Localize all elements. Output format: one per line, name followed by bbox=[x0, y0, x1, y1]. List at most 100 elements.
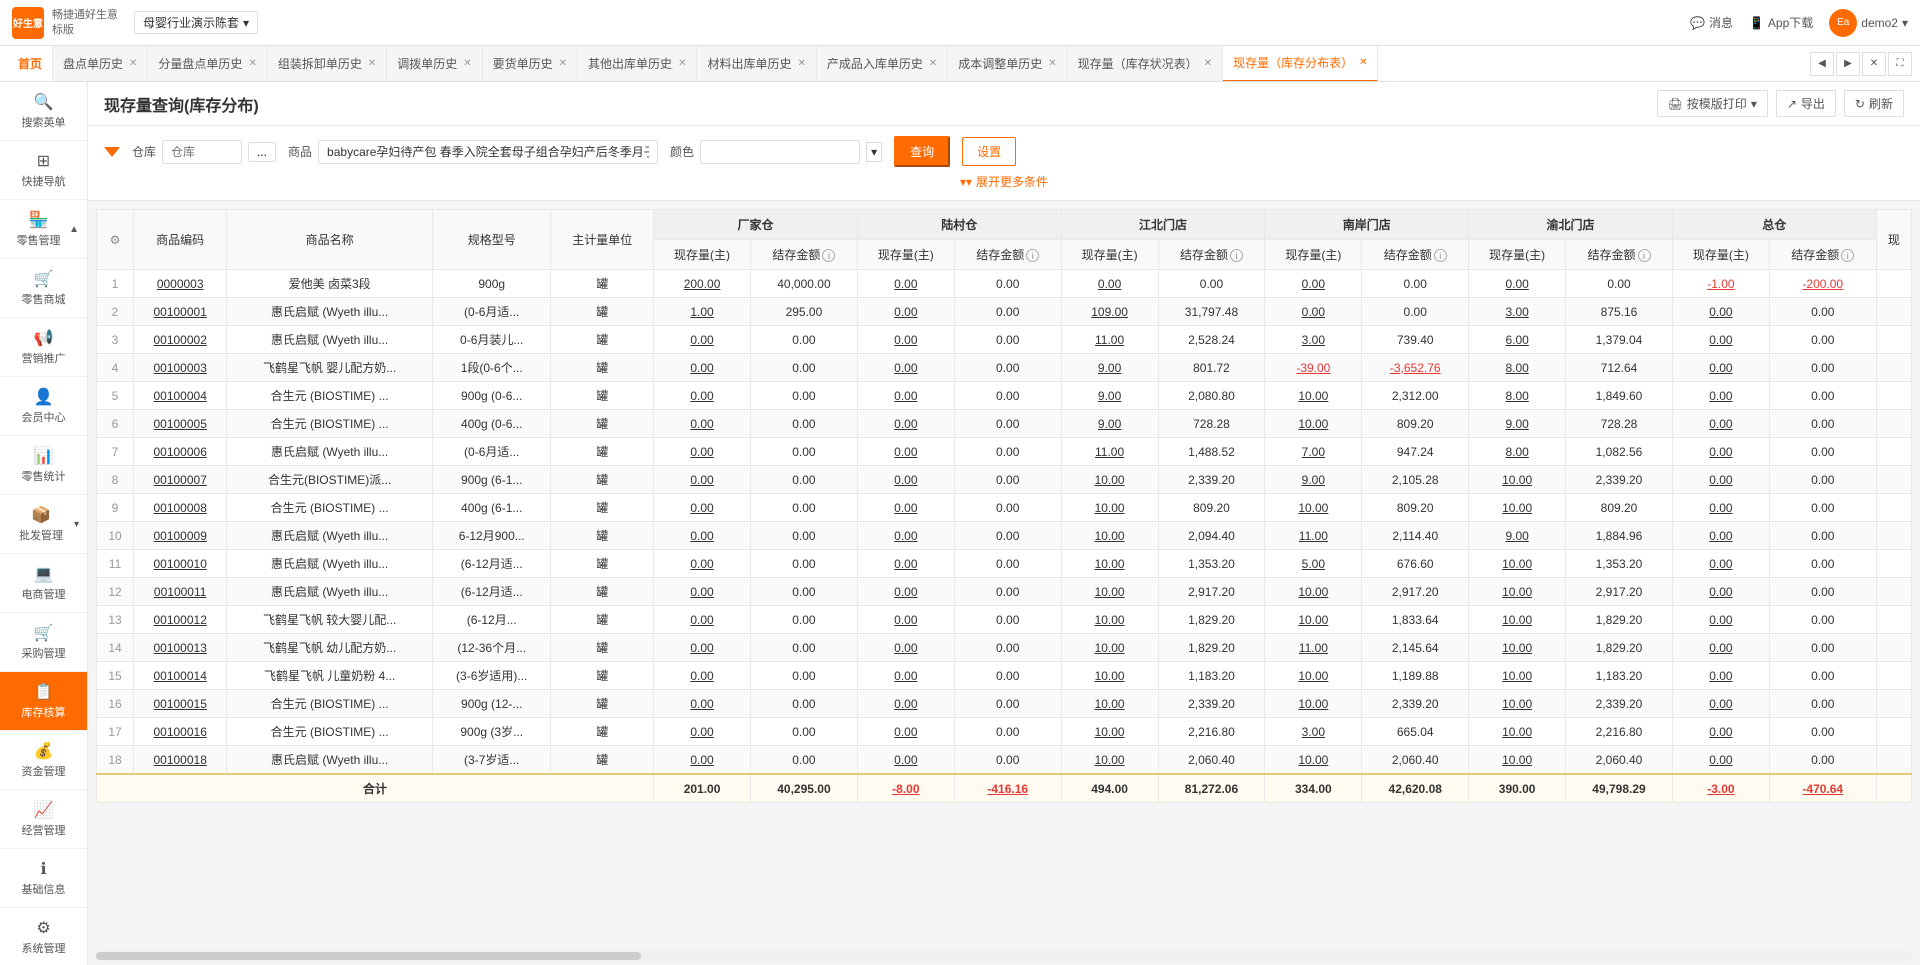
table-cell[interactable]: 0.00 bbox=[654, 578, 751, 606]
close-tab-inventory-single[interactable]: ✕ bbox=[129, 58, 137, 69]
tab-cost-adjust[interactable]: 成本调整单历史 ✕ bbox=[948, 46, 1067, 82]
table-cell[interactable]: 10.00 bbox=[1469, 662, 1566, 690]
tab-stock-dist[interactable]: 现存量（库存分布表） ✕ bbox=[1223, 46, 1378, 82]
horizontal-scrollbar[interactable] bbox=[96, 951, 1912, 961]
table-cell[interactable]: -39.00 bbox=[1265, 354, 1362, 382]
table-cell[interactable]: 11.00 bbox=[1265, 634, 1362, 662]
table-cell[interactable]: 00100008 bbox=[134, 494, 227, 522]
table-cell[interactable]: 00100010 bbox=[134, 550, 227, 578]
info-yb-icon[interactable]: i bbox=[1638, 249, 1651, 262]
table-cell[interactable]: 0.00 bbox=[1672, 662, 1769, 690]
close-tab-product-in[interactable]: ✕ bbox=[929, 58, 937, 69]
industry-selector[interactable]: 母婴行业演示陈套 ▾ bbox=[134, 11, 258, 34]
table-cell[interactable]: 00100007 bbox=[134, 466, 227, 494]
table-cell[interactable]: 5.00 bbox=[1265, 550, 1362, 578]
table-cell[interactable]: 11.00 bbox=[1265, 522, 1362, 550]
table-cell[interactable]: 0.00 bbox=[1672, 690, 1769, 718]
table-cell[interactable]: 0.00 bbox=[654, 466, 751, 494]
table-cell[interactable]: 10.00 bbox=[1061, 494, 1158, 522]
table-cell[interactable]: 00100013 bbox=[134, 634, 227, 662]
tab-assembly[interactable]: 组装拆卸单历史 ✕ bbox=[268, 46, 387, 82]
table-cell[interactable]: 7.00 bbox=[1265, 438, 1362, 466]
export-btn[interactable]: ↗ 导出 bbox=[1776, 90, 1836, 117]
table-cell[interactable]: 0.00 bbox=[857, 746, 954, 775]
table-cell[interactable]: 0.00 bbox=[654, 718, 751, 746]
table-cell[interactable]: 0.00 bbox=[1265, 298, 1362, 326]
print-btn[interactable]: 🖨 按模版打印 ▾ bbox=[1657, 90, 1768, 117]
sidebar-item-basic-info[interactable]: ℹ 基础信息 bbox=[0, 849, 87, 908]
table-cell[interactable]: 10.00 bbox=[1061, 662, 1158, 690]
warehouse-ellipsis-btn[interactable]: ... bbox=[248, 142, 276, 162]
expand-more-btn[interactable]: ▾▾ 展开更多条件 bbox=[104, 173, 1904, 190]
tab-stock-status[interactable]: 现存量（库存状况表） ✕ bbox=[1068, 46, 1223, 82]
table-cell[interactable]: 0.00 bbox=[857, 606, 954, 634]
table-cell[interactable]: 0.00 bbox=[857, 662, 954, 690]
table-cell[interactable]: 10.00 bbox=[1469, 690, 1566, 718]
table-cell[interactable]: 200.00 bbox=[654, 270, 751, 298]
tab-material-out[interactable]: 材料出库单历史 ✕ bbox=[697, 46, 816, 82]
table-cell[interactable]: 9.00 bbox=[1061, 382, 1158, 410]
table-cell[interactable]: 9.00 bbox=[1061, 410, 1158, 438]
table-cell[interactable]: 10.00 bbox=[1061, 718, 1158, 746]
close-tab-stock-dist[interactable]: ✕ bbox=[1359, 57, 1367, 68]
table-cell[interactable]: 10.00 bbox=[1061, 550, 1158, 578]
table-cell[interactable]: 0.00 bbox=[857, 410, 954, 438]
table-cell[interactable]: 8.00 bbox=[1469, 382, 1566, 410]
query-btn[interactable]: 查询 bbox=[894, 136, 950, 167]
info-na-icon[interactable]: i bbox=[1434, 249, 1447, 262]
table-cell[interactable]: 0.00 bbox=[857, 718, 954, 746]
settings-btn[interactable]: 设置 bbox=[962, 137, 1016, 166]
table-cell[interactable]: 0.00 bbox=[1672, 746, 1769, 775]
table-cell[interactable]: 9.00 bbox=[1265, 466, 1362, 494]
table-cell[interactable]: 10.00 bbox=[1061, 522, 1158, 550]
table-cell[interactable]: 0.00 bbox=[654, 438, 751, 466]
scrollbar-thumb[interactable] bbox=[96, 952, 641, 960]
table-cell[interactable]: 00100001 bbox=[134, 298, 227, 326]
table-cell[interactable]: 10.00 bbox=[1469, 606, 1566, 634]
table-cell[interactable]: 0.00 bbox=[857, 438, 954, 466]
table-cell[interactable]: 0.00 bbox=[857, 522, 954, 550]
table-cell[interactable]: 0.00 bbox=[654, 522, 751, 550]
table-cell[interactable]: 0.00 bbox=[654, 326, 751, 354]
close-tab-other-out[interactable]: ✕ bbox=[678, 58, 686, 69]
table-cell[interactable]: 0.00 bbox=[857, 550, 954, 578]
table-cell[interactable]: 0.00 bbox=[1672, 718, 1769, 746]
table-cell[interactable]: 0.00 bbox=[857, 326, 954, 354]
table-cell[interactable]: 00100004 bbox=[134, 382, 227, 410]
tab-inventory-single[interactable]: 盘点单历史 ✕ bbox=[53, 46, 148, 82]
table-cell[interactable]: 10.00 bbox=[1469, 718, 1566, 746]
table-cell[interactable]: 10.00 bbox=[1061, 466, 1158, 494]
close-tab-assembly[interactable]: ✕ bbox=[368, 58, 376, 69]
table-cell[interactable]: 10.00 bbox=[1265, 578, 1362, 606]
table-cell[interactable]: 0.00 bbox=[1672, 634, 1769, 662]
table-cell[interactable]: 0.00 bbox=[857, 382, 954, 410]
tab-requisition[interactable]: 要货单历史 ✕ bbox=[483, 46, 578, 82]
table-cell[interactable]: 0.00 bbox=[1469, 270, 1566, 298]
warehouse-input[interactable] bbox=[162, 140, 242, 164]
tab-inventory-sub[interactable]: 分量盘点单历史 ✕ bbox=[148, 46, 267, 82]
nav-expand-btn[interactable]: ⛶ bbox=[1888, 52, 1912, 76]
table-cell[interactable]: 0.00 bbox=[1672, 522, 1769, 550]
sidebar-item-marketing[interactable]: 📢 营销推广 bbox=[0, 318, 87, 377]
collapse-btn[interactable] bbox=[104, 147, 120, 157]
sidebar-item-retail-mgmt[interactable]: 🏪 零售管理 ▲ bbox=[0, 200, 87, 259]
table-cell[interactable]: 00100005 bbox=[134, 410, 227, 438]
table-cell[interactable]: 0.00 bbox=[654, 606, 751, 634]
table-cell[interactable]: 00100018 bbox=[134, 746, 227, 775]
table-cell[interactable]: 00100011 bbox=[134, 578, 227, 606]
table-cell[interactable]: 8.00 bbox=[1469, 354, 1566, 382]
table-cell[interactable]: 10.00 bbox=[1265, 606, 1362, 634]
table-cell[interactable]: 0000003 bbox=[134, 270, 227, 298]
message-btn[interactable]: 💬 消息 bbox=[1690, 14, 1733, 31]
close-tab-cost-adjust[interactable]: ✕ bbox=[1048, 58, 1056, 69]
table-cell[interactable]: 0.00 bbox=[857, 634, 954, 662]
nav-close-btn[interactable]: ✕ bbox=[1862, 52, 1886, 76]
table-cell[interactable]: 10.00 bbox=[1265, 494, 1362, 522]
app-download-btn[interactable]: 📱 App下载 bbox=[1749, 14, 1813, 31]
table-cell[interactable]: 0.00 bbox=[1672, 410, 1769, 438]
table-cell[interactable]: 10.00 bbox=[1061, 690, 1158, 718]
sidebar-item-purchase[interactable]: 🛒 采购管理 bbox=[0, 613, 87, 672]
table-cell[interactable]: 0.00 bbox=[1672, 578, 1769, 606]
close-tab-transfer[interactable]: ✕ bbox=[463, 58, 471, 69]
sidebar-item-search[interactable]: 🔍 搜索英单 bbox=[0, 82, 87, 141]
